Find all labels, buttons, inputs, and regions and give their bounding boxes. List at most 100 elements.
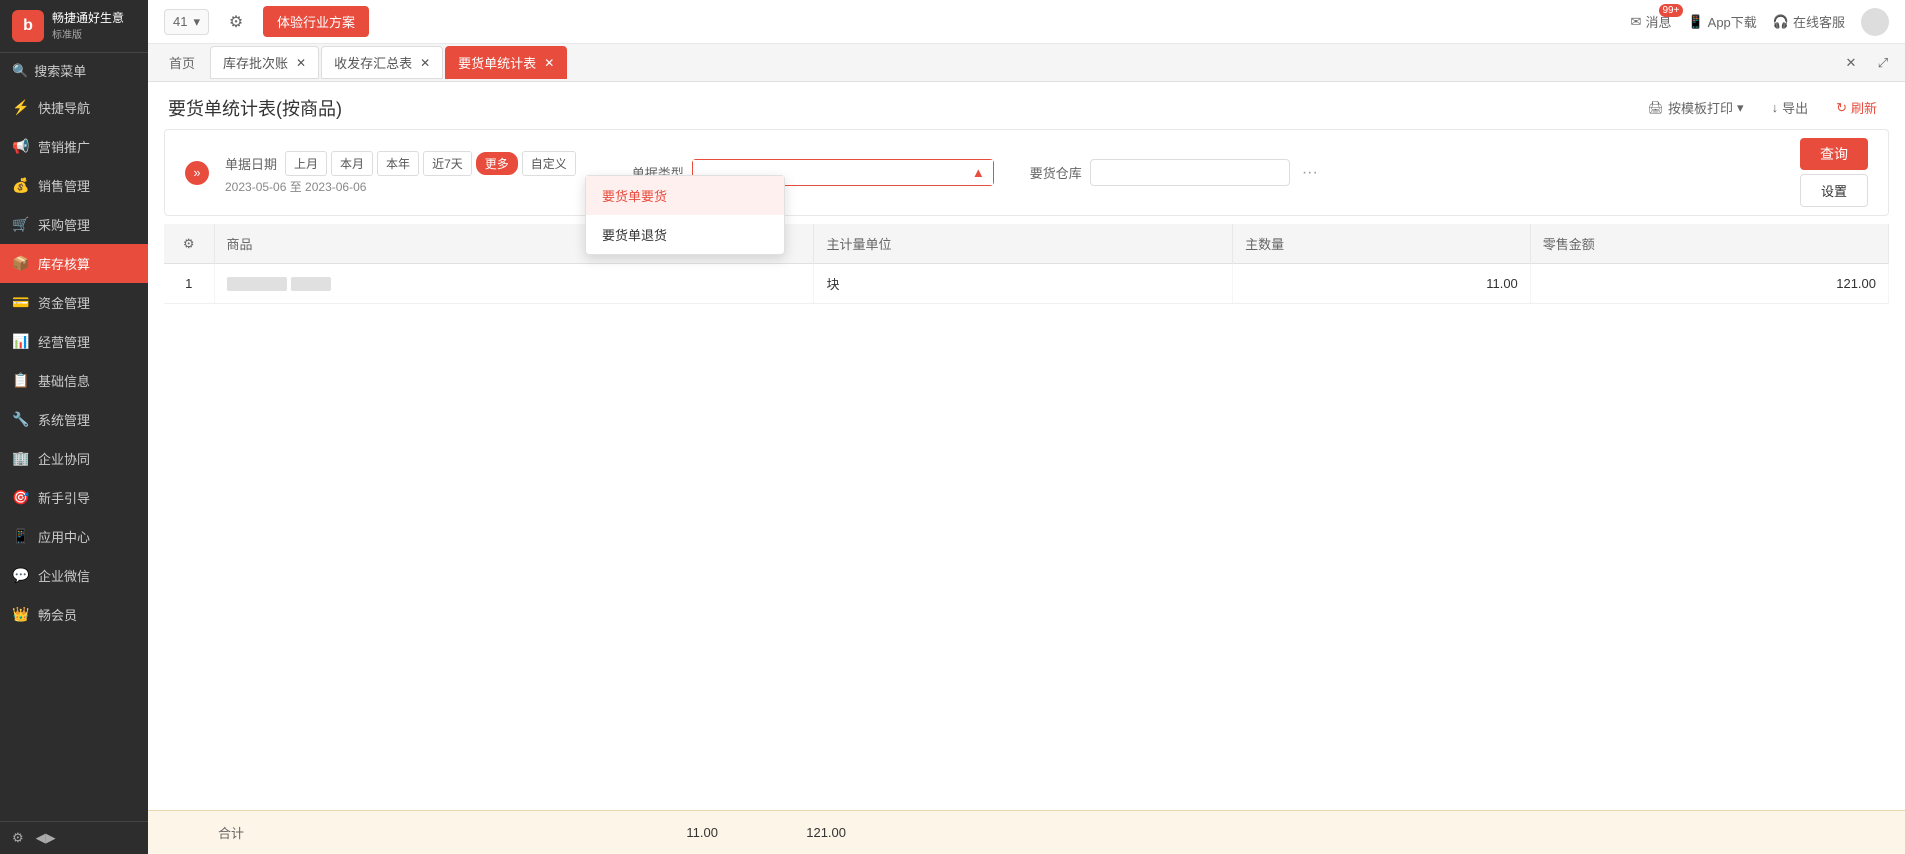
sidebar-item-sales[interactable]: 💰 销售管理 (0, 166, 148, 205)
query-btn[interactable]: 查询 (1800, 138, 1868, 170)
refresh-label: 刷新 (1851, 98, 1877, 117)
export-btn[interactable]: ↓ 导出 (1764, 94, 1817, 121)
sidebar-item-operation[interactable]: 📊 经营管理 (0, 322, 148, 361)
print-icon: 🖨 (1648, 100, 1665, 116)
sidebar-item-label: 应用中心 (38, 527, 90, 546)
sidebar-item-label: 畅会员 (38, 605, 77, 624)
search-icon: 🔍 (12, 63, 28, 79)
sidebar-logo: b 畅捷通好生意 标准版 (0, 0, 148, 53)
tab-inventory-batch[interactable]: 库存批次账 ✕ (210, 46, 319, 79)
date-btn-this-month[interactable]: 本月 (331, 151, 373, 176)
tab-close-icon[interactable]: ✕ (544, 56, 554, 70)
dropdown-option-order-goods[interactable]: 要货单要货 (586, 176, 784, 215)
trial-btn[interactable]: 体验行业方案 (263, 6, 369, 37)
sidebar-search[interactable]: 🔍 搜索菜单 (0, 53, 148, 88)
store-selector[interactable]: 41 ▾ (164, 9, 209, 35)
col-quantity: 主数量 (1233, 224, 1531, 264)
refresh-icon: ↻ (1836, 100, 1847, 116)
row-unit: 块 (814, 264, 1233, 304)
dropdown-option-order-return[interactable]: 要货单退货 (586, 215, 784, 254)
tab-order-summary[interactable]: 要货单统计表 ✕ (445, 46, 567, 79)
refresh-btn[interactable]: ↻ 刷新 (1828, 94, 1885, 121)
sidebar-item-quick-nav[interactable]: ⚡ 快捷导航 (0, 88, 148, 127)
member-icon: 👑 (12, 606, 30, 624)
tabs-bar: 首页 库存批次账 ✕ 收发存汇总表 ✕ 要货单统计表 ✕ ✕ ⤢ (148, 44, 1905, 82)
type-chevron-icon[interactable]: ▲ (972, 165, 985, 180)
tab-maximize-btn[interactable]: ⤢ (1869, 49, 1897, 77)
app-download-btn[interactable]: 📱 App下载 (1687, 12, 1756, 31)
warehouse-filter-input[interactable] (1090, 159, 1290, 186)
user-avatar[interactable] (1861, 8, 1889, 36)
finance-icon: 💳 (12, 294, 30, 312)
tab-label: 首页 (169, 53, 195, 72)
date-btn-custom[interactable]: 自定义 (522, 151, 576, 176)
tab-close-icon[interactable]: ✕ (296, 56, 306, 70)
sidebar-item-member[interactable]: 👑 畅会员 (0, 595, 148, 634)
service-icon: 🎧 (1773, 14, 1789, 30)
operation-icon: 📊 (12, 333, 30, 351)
sidebar-item-label: 系统管理 (38, 410, 90, 429)
sales-icon: 💰 (12, 177, 30, 195)
footer-amount: 121.00 (746, 825, 846, 840)
filter-more-btn[interactable]: ··· (1302, 164, 1318, 182)
service-btn[interactable]: 🎧 在线客服 (1773, 12, 1845, 31)
date-shortcuts: 上月 本月 本年 近7天 更多 自定义 (285, 151, 576, 176)
sidebar-item-inventory[interactable]: 📦 库存核算 (0, 244, 148, 283)
print-btn[interactable]: 🖨 按模板打印 ▾ (1640, 94, 1752, 121)
topbar-settings-icon[interactable]: ⚙ (221, 7, 251, 37)
date-btn-more[interactable]: 更多 (476, 152, 518, 175)
print-label: 按模板打印 (1668, 98, 1733, 117)
col-settings[interactable]: ⚙ (164, 224, 214, 264)
store-chevron-icon: ▾ (193, 14, 200, 30)
table-container: ⚙ 商品 主计量单位 主数量 零售金额 1 (148, 224, 1905, 810)
settings-icon[interactable]: ⚙ (12, 830, 24, 846)
expand-filter-btn[interactable]: » (185, 161, 209, 185)
sidebar-item-system[interactable]: 🔧 系统管理 (0, 400, 148, 439)
settings-btn[interactable]: 设置 (1800, 174, 1868, 207)
collapse-icon[interactable]: ◀▶ (36, 830, 56, 846)
date-btn-last-7days[interactable]: 近7天 (423, 151, 472, 176)
wechat-icon: 💬 (12, 567, 30, 585)
sidebar-item-label: 企业协同 (38, 449, 90, 468)
sidebar-item-wechat[interactable]: 💬 企业微信 (0, 556, 148, 595)
tab-close-icon[interactable]: ✕ (420, 56, 430, 70)
sidebar-item-finance[interactable]: 💳 资金管理 (0, 283, 148, 322)
sidebar-item-enterprise[interactable]: 🏢 企业协同 (0, 439, 148, 478)
row-amount: 121.00 (1530, 264, 1888, 304)
tab-close-all-btn[interactable]: ✕ (1837, 49, 1865, 77)
tab-receive-summary[interactable]: 收发存汇总表 ✕ (321, 46, 443, 79)
sidebar-item-basic[interactable]: 📋 基础信息 (0, 361, 148, 400)
sidebar-item-purchase[interactable]: 🛒 采购管理 (0, 205, 148, 244)
export-icon: ↓ (1772, 100, 1779, 115)
brand-name: 畅捷通好生意 (52, 11, 124, 27)
dropdown-option-label: 要货单要货 (602, 189, 667, 204)
sidebar-item-label: 快捷导航 (38, 98, 90, 117)
sidebar-item-guide[interactable]: 🎯 新手引导 (0, 478, 148, 517)
enterprise-icon: 🏢 (12, 450, 30, 468)
system-icon: 🔧 (12, 411, 30, 429)
table-body: 1 块 11.00 121.00 (164, 264, 1889, 304)
col-amount: 零售金额 (1530, 224, 1888, 264)
filter-date-group: 单据日期 上月 本月 本年 近7天 更多 自定义 2023-05-06 至 20… (225, 151, 576, 195)
sidebar-item-marketing[interactable]: 📢 营销推广 (0, 127, 148, 166)
sidebar-item-label: 采购管理 (38, 215, 90, 234)
message-icon: ✉ (1631, 14, 1642, 30)
message-btn[interactable]: ✉ 消息 99+ (1631, 12, 1672, 31)
type-dropdown: 要货单要货 要货单退货 (585, 175, 785, 255)
purchase-icon: 🛒 (12, 216, 30, 234)
tab-home[interactable]: 首页 (156, 46, 208, 79)
store-name: 41 (173, 14, 187, 29)
table-footer: 合计 11.00 121.00 (148, 810, 1905, 854)
sidebar-item-label: 销售管理 (38, 176, 90, 195)
logo-icon: b (12, 10, 44, 42)
brand-sub: 标准版 (52, 26, 124, 41)
sidebar-item-apps[interactable]: 📱 应用中心 (0, 517, 148, 556)
date-btn-last-month[interactable]: 上月 (285, 151, 327, 176)
sidebar-nav: ⚡ 快捷导航 📢 营销推广 💰 销售管理 🛒 采购管理 📦 库存核算 💳 资金管… (0, 88, 148, 821)
tab-label: 收发存汇总表 (334, 53, 412, 72)
dropdown-option-label: 要货单退货 (602, 228, 667, 243)
tab-label: 库存批次账 (223, 53, 288, 72)
row-num: 1 (164, 264, 214, 304)
sidebar-item-label: 库存核算 (38, 254, 90, 273)
date-btn-this-year[interactable]: 本年 (377, 151, 419, 176)
